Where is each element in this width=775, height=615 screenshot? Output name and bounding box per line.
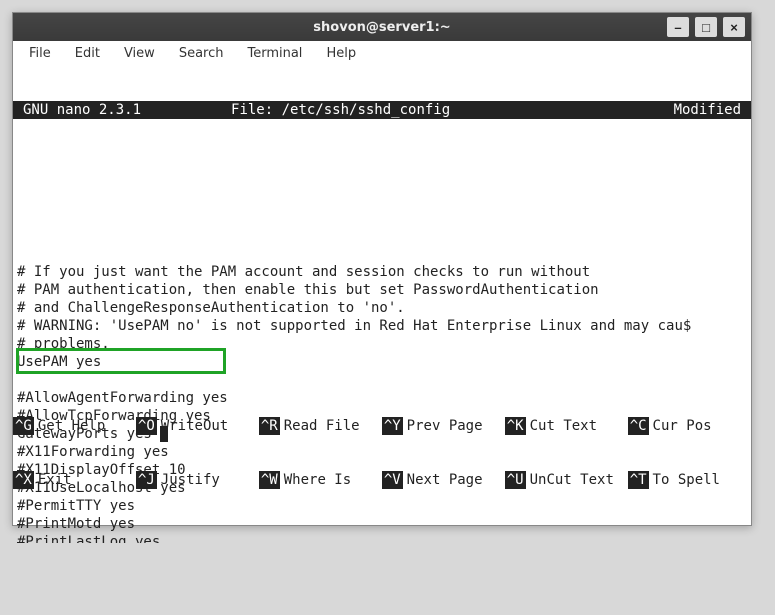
editor-line: # problems. [17,335,747,353]
shortcut-key: ^J [136,471,157,489]
editor-line: # and ChallengeResponseAuthentication to… [17,299,747,317]
maximize-button[interactable]: □ [695,17,717,37]
shortcut-key: ^K [505,417,526,435]
menu-terminal[interactable]: Terminal [237,44,312,63]
shortcut: ^XExit [13,471,136,489]
shortcut: ^GGet Help [13,417,136,435]
shortcut-label: Get Help [34,417,105,435]
shortcut-label: Next Page [403,471,483,489]
editor-line: # If you just want the PAM account and s… [17,263,747,281]
shortcut-key: ^C [628,417,649,435]
menu-edit[interactable]: Edit [65,44,110,63]
shortcut-label: Cut Text [526,417,597,435]
nano-status: Modified [674,101,751,119]
window-controls: – □ × [667,17,745,37]
shortcut: ^RRead File [259,417,382,435]
shortcut: ^UUnCut Text [505,471,628,489]
nano-filename: File: /etc/ssh/sshd_config [141,101,674,119]
shortcut: ^WWhere Is [259,471,382,489]
editor-line: # PAM authentication, then enable this b… [17,281,747,299]
shortcut: ^YPrev Page [382,417,505,435]
menu-file[interactable]: File [19,44,61,63]
shortcut-key: ^R [259,417,280,435]
shortcut-label: Exit [34,471,72,489]
shortcut-key: ^Y [382,417,403,435]
titlebar[interactable]: shovon@server1:~ – □ × [13,13,751,41]
shortcut-key: ^T [628,471,649,489]
minimize-button[interactable]: – [667,17,689,37]
shortcut-label: Where Is [280,471,351,489]
shortcut: ^OWriteOut [136,417,259,435]
terminal-window: shovon@server1:~ – □ × File Edit View Se… [12,12,752,526]
shortcut: ^JJustify [136,471,259,489]
nano-version: GNU nano 2.3.1 [13,101,141,119]
shortcut-label: Read File [280,417,360,435]
menubar: File Edit View Search Terminal Help [13,41,751,65]
shortcut-key: ^W [259,471,280,489]
shortcut-label: UnCut Text [526,471,614,489]
shortcut: ^VNext Page [382,471,505,489]
shortcut-label: To Spell [649,471,720,489]
menu-help[interactable]: Help [316,44,366,63]
shortcut-label: Cur Pos [649,417,712,435]
window-title: shovon@server1:~ [313,20,450,35]
nano-footer: ^GGet Help^OWriteOut^RRead File^YPrev Pa… [13,381,751,525]
shortcut: ^KCut Text [505,417,628,435]
shortcut-key: ^O [136,417,157,435]
close-button[interactable]: × [723,17,745,37]
shortcut-label: Prev Page [403,417,483,435]
shortcut: ^TTo Spell [628,471,751,489]
menu-view[interactable]: View [114,44,165,63]
editor-line: UsePAM yes [17,353,747,371]
editor-line: #PrintLastLog yes [17,533,747,543]
menu-search[interactable]: Search [169,44,234,63]
editor-line: # WARNING: 'UsePAM no' is not supported … [17,317,747,335]
shortcut-key: ^V [382,471,403,489]
nano-header: GNU nano 2.3.1 File: /etc/ssh/sshd_confi… [13,101,751,119]
terminal-area[interactable]: GNU nano 2.3.1 File: /etc/ssh/sshd_confi… [13,65,751,525]
shortcut-label: WriteOut [157,417,228,435]
shortcut-label: Justify [157,471,220,489]
shortcut-key: ^G [13,417,34,435]
shortcut-key: ^U [505,471,526,489]
shortcut-key: ^X [13,471,34,489]
shortcut: ^CCur Pos [628,417,751,435]
